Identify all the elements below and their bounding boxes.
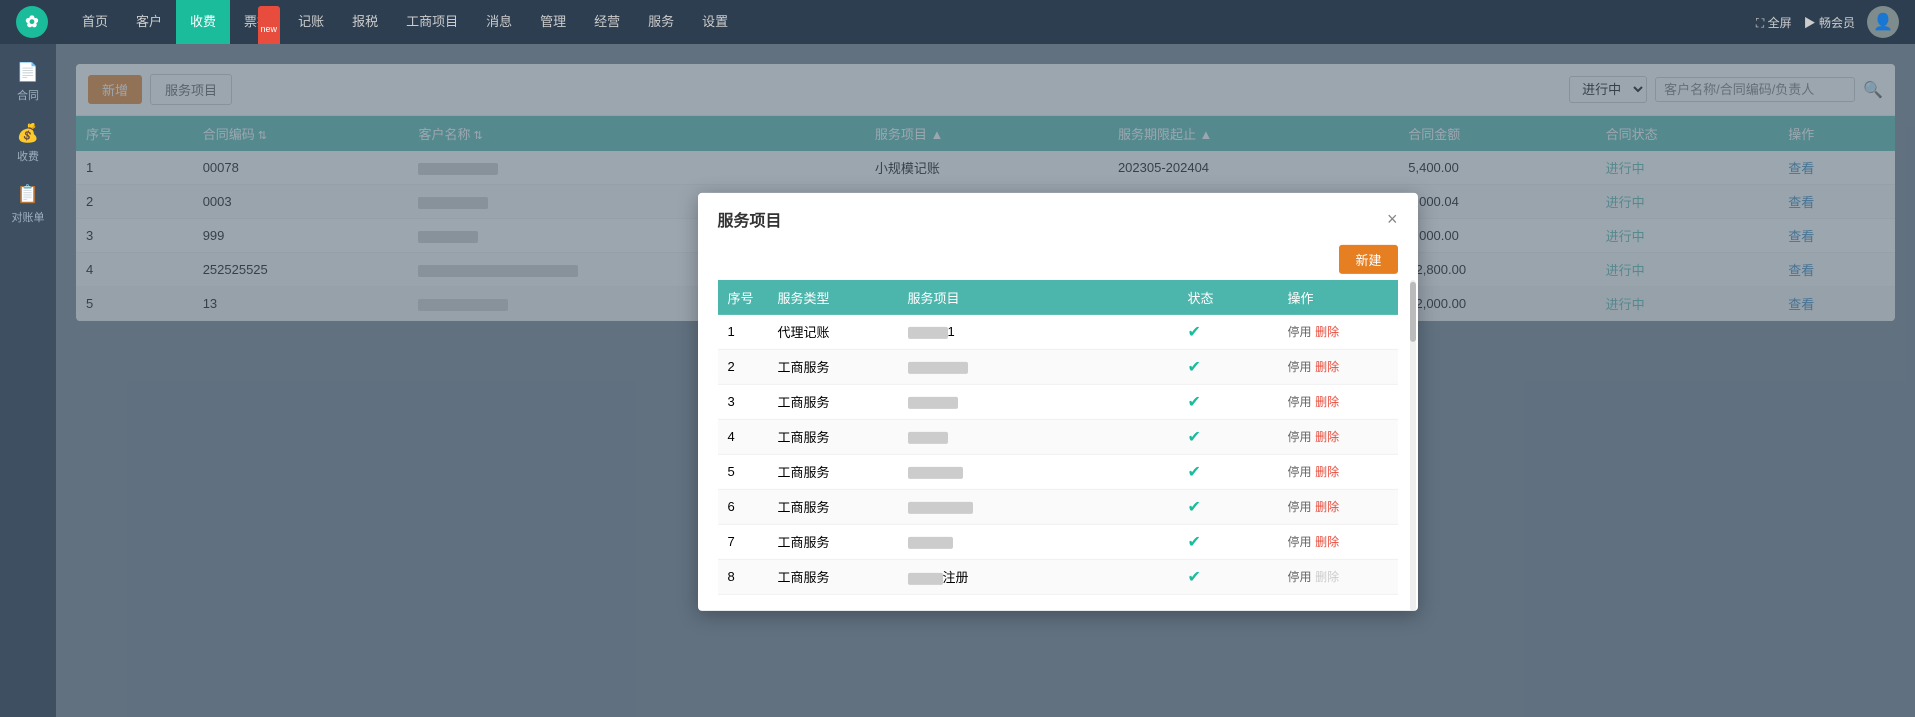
logo: ✿ <box>16 6 48 38</box>
dialog-table-row: 2 工商服务 ✔ 停用 删除 <box>718 349 1398 384</box>
dialog-close-button[interactable]: × <box>1387 209 1398 227</box>
delete-btn[interactable]: 删除 <box>1315 358 1339 375</box>
dialog-table-row: 7 工商服务 ✔ 停用 删除 <box>718 524 1398 559</box>
dialog-table-row: 8 工商服务 注册 ✔ 停用 删除 <box>718 559 1398 594</box>
layout: 📄 合同 💰 收费 📋 对账单 新增 服务项目 进行中 已完成 已终止 <box>0 44 1915 717</box>
dialog-table-row: 6 工商服务 ✔ 停用 删除 <box>718 489 1398 524</box>
stop-btn[interactable]: 停用 <box>1288 463 1312 480</box>
stop-btn[interactable]: 停用 <box>1288 358 1312 375</box>
delete-btn[interactable]: 删除 <box>1315 568 1339 585</box>
stop-btn[interactable]: 停用 <box>1288 533 1312 550</box>
dialog-table-row: 3 工商服务 ✔ 停用 删除 <box>718 384 1398 419</box>
dialog-table-row: 5 工商服务 ✔ 停用 删除 <box>718 454 1398 489</box>
dialog-toolbar: 新建 <box>698 238 1418 279</box>
stop-btn[interactable]: 停用 <box>1288 393 1312 410</box>
sidebar-item-fee[interactable]: 💰 收费 <box>2 115 54 172</box>
top-nav: ✿ 首页 客户 收费 票据 new 记账 报税 工商项目 消息 管理 经营 服务… <box>0 0 1915 44</box>
right-actions: ⛶ 全屏 ▶ 畅会员 👤 <box>1756 6 1899 38</box>
nav-ops[interactable]: 经营 <box>580 0 634 44</box>
sidebar-item-label-statement: 对账单 <box>12 209 45 225</box>
dialog-table-row: 1 代理记账 1 ✔ 停用 删除 <box>718 314 1398 349</box>
member-btn[interactable]: ▶ 畅会员 <box>1804 14 1855 31</box>
delete-btn[interactable]: 删除 <box>1315 393 1339 410</box>
contract-icon: 📄 <box>17 62 39 83</box>
dialog-title: 服务项目 <box>718 206 782 230</box>
dialog-header: 服务项目 × <box>698 192 1418 238</box>
nav-biz[interactable]: 工商项目 <box>392 0 472 44</box>
main-content: 新增 服务项目 进行中 已完成 已终止 🔍 序号 合同编码 客户名称 <box>56 44 1915 717</box>
delete-btn[interactable]: 删除 <box>1315 498 1339 515</box>
nav-client[interactable]: 客户 <box>122 0 176 44</box>
dialog-table-row: 4 工商服务 ✔ 停用 删除 <box>718 419 1398 454</box>
sidebar-item-label-contract: 合同 <box>17 87 39 103</box>
statement-icon: 📋 <box>17 184 39 205</box>
dcol-status: 状态 <box>1178 279 1278 314</box>
nav-tax[interactable]: 报税 <box>338 0 392 44</box>
nav-service[interactable]: 服务 <box>634 0 688 44</box>
dcol-item: 服务项目 <box>898 279 1178 314</box>
nav-bill[interactable]: 票据 new <box>230 0 284 44</box>
nav-home[interactable]: 首页 <box>68 0 122 44</box>
delete-btn[interactable]: 删除 <box>1315 533 1339 550</box>
nav-msg[interactable]: 消息 <box>472 0 526 44</box>
stop-btn[interactable]: 停用 <box>1288 428 1312 445</box>
service-dialog: 服务项目 × 新建 序号 服务类型 服务项目 状态 操作 <box>698 192 1418 610</box>
nav-fee[interactable]: 收费 <box>176 0 230 44</box>
dialog-table-wrap: 序号 服务类型 服务项目 状态 操作 1 代理记账 1 ✔ <box>698 279 1418 610</box>
dcol-type: 服务类型 <box>768 279 898 314</box>
sidebar-item-contract[interactable]: 📄 合同 <box>2 54 54 111</box>
nav-mgmt[interactable]: 管理 <box>526 0 580 44</box>
nav-settings[interactable]: 设置 <box>688 0 742 44</box>
sidebar-item-statement[interactable]: 📋 对账单 <box>2 176 54 233</box>
fee-icon: 💰 <box>17 123 39 144</box>
scrollbar-thumb[interactable] <box>1410 281 1416 341</box>
delete-btn[interactable]: 删除 <box>1315 323 1339 340</box>
delete-btn[interactable]: 删除 <box>1315 463 1339 480</box>
dialog-new-button[interactable]: 新建 <box>1339 244 1397 273</box>
dcol-no: 序号 <box>718 279 768 314</box>
stop-btn[interactable]: 停用 <box>1288 568 1312 585</box>
avatar[interactable]: 👤 <box>1867 6 1899 38</box>
dialog-table: 序号 服务类型 服务项目 状态 操作 1 代理记账 1 ✔ <box>718 279 1398 594</box>
nav-account[interactable]: 记账 <box>284 0 338 44</box>
stop-btn[interactable]: 停用 <box>1288 498 1312 515</box>
sidebar-item-label-fee: 收费 <box>17 148 39 164</box>
sidebar: 📄 合同 💰 收费 📋 对账单 <box>0 44 56 717</box>
fullscreen-btn[interactable]: ⛶ 全屏 <box>1756 14 1792 31</box>
stop-btn[interactable]: 停用 <box>1288 323 1312 340</box>
scrollbar[interactable] <box>1410 279 1416 610</box>
dcol-action: 操作 <box>1278 279 1398 314</box>
delete-btn[interactable]: 删除 <box>1315 428 1339 445</box>
